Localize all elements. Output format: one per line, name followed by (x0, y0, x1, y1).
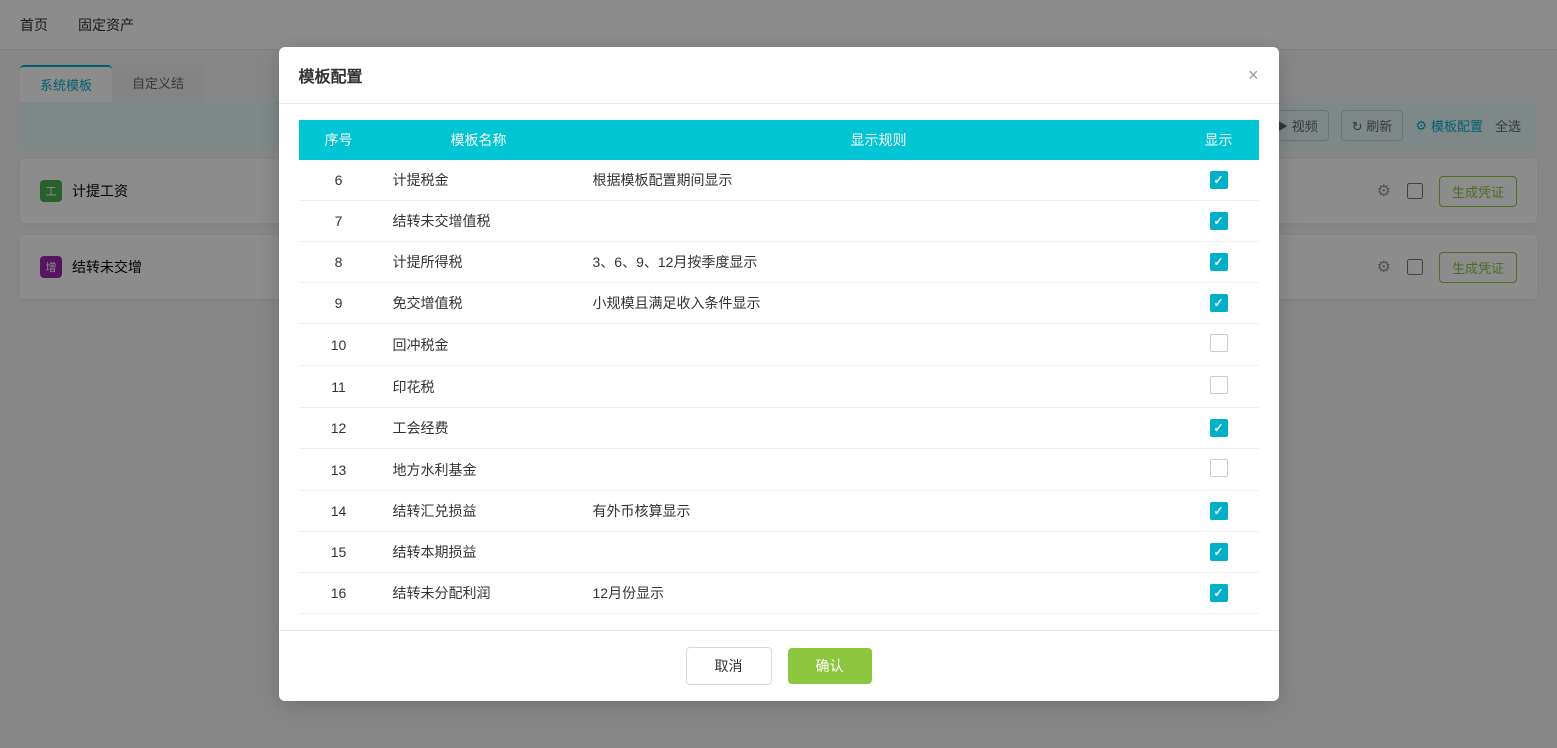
cell-name-4: 回冲税金 (379, 324, 579, 366)
cell-rule-0: 根据模板配置期间显示 (579, 160, 1179, 201)
cell-rule-9 (579, 532, 1179, 573)
config-table: 序号 模板名称 显示规则 显示 6计提税金根据模板配置期间显示7结转未交增值税8… (299, 120, 1259, 614)
cell-rule-2: 3、6、9、12月按季度显示 (579, 242, 1179, 283)
cell-name-6: 工会经费 (379, 408, 579, 449)
checkbox-10[interactable] (1210, 584, 1228, 602)
checkbox-5[interactable] (1210, 376, 1228, 394)
cell-check-4 (1179, 324, 1259, 366)
checkbox-8[interactable] (1210, 502, 1228, 520)
cell-no-10: 16 (299, 573, 379, 614)
checkbox-4[interactable] (1210, 334, 1228, 352)
cell-name-5: 印花税 (379, 366, 579, 408)
cell-rule-5 (579, 366, 1179, 408)
cell-name-10: 结转未分配利润 (379, 573, 579, 614)
cell-name-1: 结转未交增值税 (379, 201, 579, 242)
table-row: 14结转汇兑损益有外币核算显示 (299, 491, 1259, 532)
cell-name-7: 地方水利基金 (379, 449, 579, 491)
col-header-name: 模板名称 (379, 120, 579, 160)
table-row: 10回冲税金 (299, 324, 1259, 366)
checkbox-1[interactable] (1210, 212, 1228, 230)
modal-overlay: 模板配置 × 序号 模板名称 显示规则 显示 6计提税金根据模板配置期间显示7结… (0, 0, 1557, 748)
cell-no-2: 8 (299, 242, 379, 283)
table-row: 7结转未交增值税 (299, 201, 1259, 242)
modal-template-config: 模板配置 × 序号 模板名称 显示规则 显示 6计提税金根据模板配置期间显示7结… (279, 47, 1279, 701)
cell-name-3: 免交增值税 (379, 283, 579, 324)
modal-header: 模板配置 × (279, 47, 1279, 104)
cell-no-9: 15 (299, 532, 379, 573)
cell-check-9 (1179, 532, 1259, 573)
cell-check-2 (1179, 242, 1259, 283)
confirm-button[interactable]: 确认 (788, 648, 872, 684)
cell-check-5 (1179, 366, 1259, 408)
cancel-button[interactable]: 取消 (686, 647, 772, 685)
cell-check-10 (1179, 573, 1259, 614)
col-header-display: 显示 (1179, 120, 1259, 160)
cell-no-0: 6 (299, 160, 379, 201)
table-row: 11印花税 (299, 366, 1259, 408)
checkbox-6[interactable] (1210, 419, 1228, 437)
cell-check-7 (1179, 449, 1259, 491)
cell-no-4: 10 (299, 324, 379, 366)
modal-close-button[interactable]: × (1248, 66, 1259, 84)
checkbox-3[interactable] (1210, 294, 1228, 312)
cell-no-1: 7 (299, 201, 379, 242)
table-row: 15结转本期损益 (299, 532, 1259, 573)
cell-rule-10: 12月份显示 (579, 573, 1179, 614)
cell-rule-1 (579, 201, 1179, 242)
cell-rule-4 (579, 324, 1179, 366)
table-header-row: 序号 模板名称 显示规则 显示 (299, 120, 1259, 160)
cell-no-8: 14 (299, 491, 379, 532)
cell-rule-7 (579, 449, 1179, 491)
cell-name-0: 计提税金 (379, 160, 579, 201)
table-row: 8计提所得税3、6、9、12月按季度显示 (299, 242, 1259, 283)
cell-name-9: 结转本期损益 (379, 532, 579, 573)
cell-check-6 (1179, 408, 1259, 449)
table-row: 13地方水利基金 (299, 449, 1259, 491)
cell-name-8: 结转汇兑损益 (379, 491, 579, 532)
checkbox-7[interactable] (1210, 459, 1228, 477)
cell-check-3 (1179, 283, 1259, 324)
cell-no-7: 13 (299, 449, 379, 491)
cell-no-3: 9 (299, 283, 379, 324)
table-row: 9免交增值税小规模且满足收入条件显示 (299, 283, 1259, 324)
table-row: 12工会经费 (299, 408, 1259, 449)
cell-check-8 (1179, 491, 1259, 532)
cell-rule-3: 小规模且满足收入条件显示 (579, 283, 1179, 324)
cell-no-6: 12 (299, 408, 379, 449)
cell-rule-8: 有外币核算显示 (579, 491, 1179, 532)
col-header-no: 序号 (299, 120, 379, 160)
cell-check-1 (1179, 201, 1259, 242)
table-row: 16结转未分配利润12月份显示 (299, 573, 1259, 614)
modal-body: 序号 模板名称 显示规则 显示 6计提税金根据模板配置期间显示7结转未交增值税8… (279, 104, 1279, 630)
cell-check-0 (1179, 160, 1259, 201)
col-header-rule: 显示规则 (579, 120, 1179, 160)
cell-no-5: 11 (299, 366, 379, 408)
checkbox-0[interactable] (1210, 171, 1228, 189)
table-body: 6计提税金根据模板配置期间显示7结转未交增值税8计提所得税3、6、9、12月按季… (299, 160, 1259, 614)
checkbox-9[interactable] (1210, 543, 1228, 561)
table-row: 6计提税金根据模板配置期间显示 (299, 160, 1259, 201)
modal-title: 模板配置 (299, 63, 363, 87)
modal-footer: 取消 确认 (279, 630, 1279, 701)
cell-rule-6 (579, 408, 1179, 449)
checkbox-2[interactable] (1210, 253, 1228, 271)
cell-name-2: 计提所得税 (379, 242, 579, 283)
